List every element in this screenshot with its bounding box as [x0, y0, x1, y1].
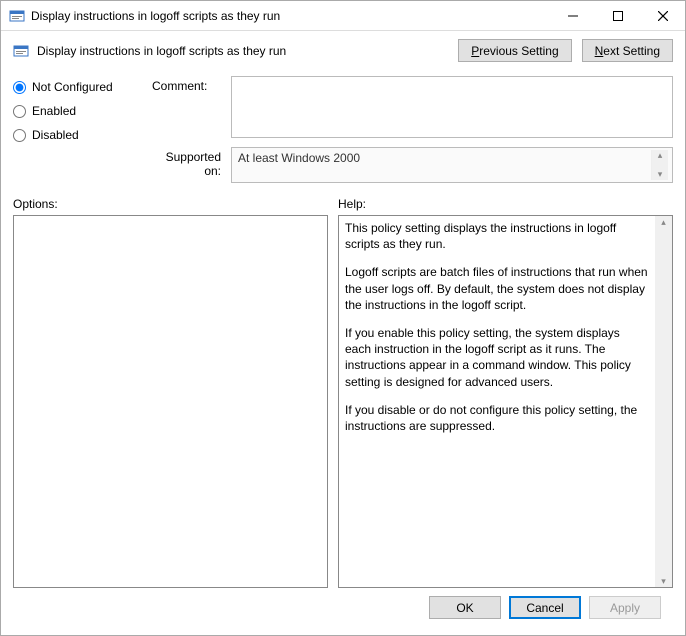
policy-icon — [9, 8, 25, 24]
help-label: Help: — [338, 197, 366, 211]
close-button[interactable] — [640, 1, 685, 30]
radio-disabled[interactable]: Disabled — [13, 128, 148, 142]
help-text: If you enable this policy setting, the s… — [345, 325, 648, 390]
window-controls — [550, 1, 685, 30]
policy-editor-window: Display instructions in logoff scripts a… — [0, 0, 686, 636]
policy-icon — [13, 43, 29, 59]
dialog-footer: OK Cancel Apply — [13, 588, 673, 627]
supported-on-label: Supported on: — [152, 147, 227, 183]
state-radio-group: Not Configured Enabled Disabled — [13, 76, 148, 183]
previous-setting-button[interactable]: Previous Setting — [458, 39, 571, 62]
supported-on-value: At least Windows 2000 — [236, 150, 651, 180]
apply-button[interactable]: Apply — [589, 596, 661, 619]
options-panel — [13, 215, 328, 588]
radio-disabled-label: Disabled — [32, 128, 79, 142]
help-text: If you disable or do not configure this … — [345, 402, 648, 434]
policy-title: Display instructions in logoff scripts a… — [37, 44, 450, 58]
maximize-button[interactable] — [595, 1, 640, 30]
ok-button[interactable]: OK — [429, 596, 501, 619]
radio-enabled-input[interactable] — [13, 105, 26, 118]
window-title: Display instructions in logoff scripts a… — [31, 9, 550, 23]
help-scrollbar[interactable]: ▴▾ — [655, 216, 672, 587]
supported-on-field: At least Windows 2000 ▴▾ — [231, 147, 673, 183]
header-row: Display instructions in logoff scripts a… — [1, 31, 685, 70]
comment-label: Comment: — [152, 76, 227, 141]
minimize-button[interactable] — [550, 1, 595, 30]
comment-textarea[interactable] — [231, 76, 673, 138]
help-panel: This policy setting displays the instruc… — [338, 215, 673, 588]
radio-enabled-label: Enabled — [32, 104, 76, 118]
help-text: This policy setting displays the instruc… — [345, 220, 648, 252]
help-text: Logoff scripts are batch files of instru… — [345, 264, 648, 313]
radio-not-configured-label: Not Configured — [32, 80, 113, 94]
radio-not-configured-input[interactable] — [13, 81, 26, 94]
radio-enabled[interactable]: Enabled — [13, 104, 148, 118]
cancel-button[interactable]: Cancel — [509, 596, 581, 619]
next-setting-button[interactable]: Next Setting — [582, 39, 673, 62]
radio-not-configured[interactable]: Not Configured — [13, 80, 148, 94]
radio-disabled-input[interactable] — [13, 129, 26, 142]
options-label: Options: — [13, 197, 338, 211]
supported-scrollbar[interactable]: ▴▾ — [651, 150, 668, 180]
titlebar: Display instructions in logoff scripts a… — [1, 1, 685, 31]
